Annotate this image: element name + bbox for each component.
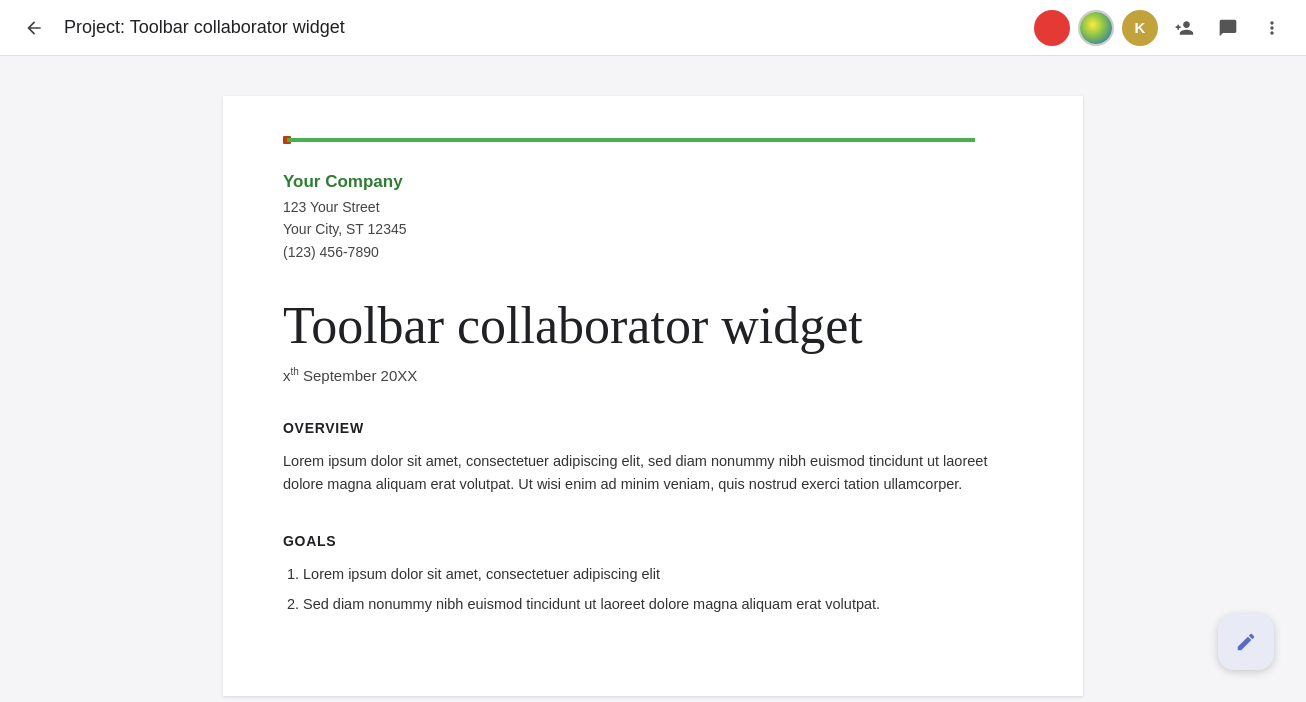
- company-phone: (123) 456-7890: [283, 241, 1023, 263]
- back-button[interactable]: [16, 10, 52, 46]
- company-city: Your City, ST 12345: [283, 218, 1023, 240]
- topbar-actions: K: [1034, 10, 1290, 46]
- goals-list: Lorem ipsum dolor sit amet, consectetuer…: [303, 563, 1023, 617]
- date-suffix: September 20XX: [299, 367, 417, 384]
- goals-section: GOALS Lorem ipsum dolor sit amet, consec…: [283, 533, 1023, 617]
- fab-edit-button[interactable]: [1218, 614, 1274, 670]
- goals-item-2: Sed diam nonummy nibh euismod tincidunt …: [303, 593, 1023, 617]
- avatar-red[interactable]: [1034, 10, 1070, 46]
- company-name: Your Company: [283, 172, 1023, 192]
- date-prefix: x: [283, 367, 291, 384]
- topbar: Project: Toolbar collaborator widget K: [0, 0, 1306, 56]
- document-title: Toolbar collaborator widget: [283, 295, 1023, 357]
- page-title: Project: Toolbar collaborator widget: [64, 17, 1022, 38]
- avatar-kia[interactable]: [1078, 10, 1114, 46]
- doc-page: Your Company 123 Your Street Your City, …: [223, 96, 1083, 696]
- overview-section: OVERVIEW Lorem ipsum dolor sit amet, con…: [283, 420, 1023, 498]
- company-address: 123 Your Street Your City, ST 12345 (123…: [283, 196, 1023, 263]
- progress-bar-container: [283, 136, 1023, 144]
- avatar-kia-inner: [1080, 12, 1112, 44]
- overview-heading: OVERVIEW: [283, 420, 1023, 436]
- avatar-k[interactable]: K: [1122, 10, 1158, 46]
- goals-item-1: Lorem ipsum dolor sit amet, consectetuer…: [303, 563, 1023, 587]
- goals-heading: GOALS: [283, 533, 1023, 549]
- overview-body: Lorem ipsum dolor sit amet, consectetuer…: [283, 450, 1023, 498]
- company-header: Your Company 123 Your Street Your City, …: [283, 172, 1023, 263]
- company-street: 123 Your Street: [283, 196, 1023, 218]
- more-options-button[interactable]: [1254, 10, 1290, 46]
- document-area: Your Company 123 Your Street Your City, …: [0, 56, 1306, 702]
- progress-bar-fill: [287, 138, 975, 142]
- comment-button[interactable]: [1210, 10, 1246, 46]
- add-people-button[interactable]: [1166, 10, 1202, 46]
- date-superscript: th: [291, 366, 299, 377]
- document-date: xth September 20XX: [283, 366, 1023, 384]
